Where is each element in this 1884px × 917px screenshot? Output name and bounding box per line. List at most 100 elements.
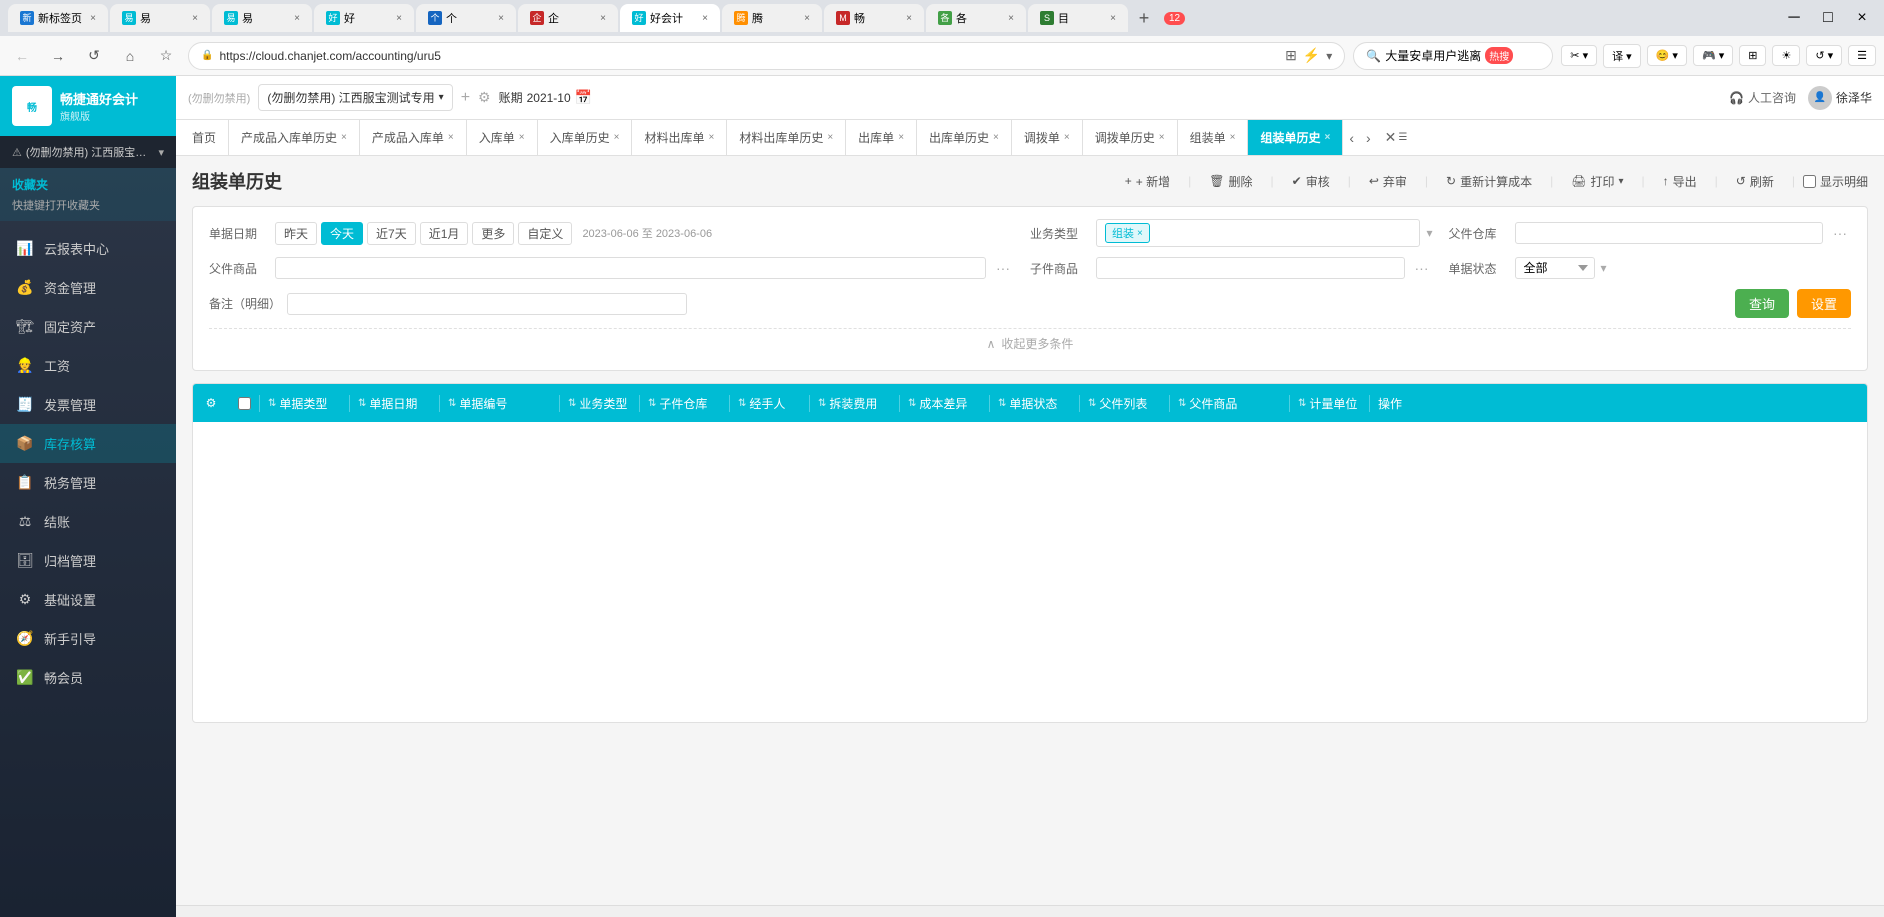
- date-btn-more[interactable]: 更多: [472, 222, 514, 245]
- add-company-button[interactable]: +: [461, 89, 470, 107]
- period-selector[interactable]: 账期 2021-10 📅: [499, 89, 593, 106]
- th-handler[interactable]: ⇅ 经手人: [729, 395, 809, 412]
- search-button[interactable]: 查询: [1735, 289, 1789, 318]
- show-detail-checkbox-label[interactable]: 显示明细: [1803, 173, 1868, 190]
- close-button[interactable]: ×: [1848, 4, 1876, 32]
- minimize-button[interactable]: ─: [1780, 4, 1808, 32]
- browser-tab-9[interactable]: M 畅 ×: [824, 4, 924, 32]
- tab-finished-goods-history-close[interactable]: ×: [341, 132, 347, 143]
- th-cost-diff[interactable]: ⇅ 成本差异: [899, 395, 989, 412]
- sidebar-item-payroll[interactable]: 👷 工资: [0, 346, 176, 385]
- dropdown-icon[interactable]: ▾: [1326, 49, 1332, 63]
- tab-prev-button[interactable]: ‹: [1343, 120, 1360, 155]
- show-detail-checkbox[interactable]: [1803, 175, 1816, 188]
- th-doc-status[interactable]: ⇅ 单据状态: [989, 395, 1079, 412]
- browser-tab-1[interactable]: 新 新标签页 ×: [8, 4, 108, 32]
- grid-button[interactable]: ⊞: [1739, 45, 1766, 66]
- sidebar-item-tax[interactable]: 📋 税务管理: [0, 463, 176, 502]
- browser-tab-8[interactable]: 腾 腾 ×: [722, 4, 822, 32]
- emoji-button[interactable]: 😊 ▾: [1647, 45, 1687, 66]
- sidebar-item-reports[interactable]: 📊 云报表中心: [0, 229, 176, 268]
- sidebar-item-invoice[interactable]: 🧾 发票管理: [0, 385, 176, 424]
- th-doc-date[interactable]: ⇅ 单据日期: [349, 395, 439, 412]
- back-button[interactable]: ←: [8, 42, 36, 70]
- th-parent-list[interactable]: ⇅ 父件列表: [1079, 395, 1169, 412]
- th-checkbox[interactable]: [229, 397, 259, 410]
- tab-finished-goods-history[interactable]: 产成品入库单历史 ×: [229, 120, 360, 155]
- business-type-dropdown-icon[interactable]: ▾: [1426, 226, 1432, 240]
- reload-button[interactable]: ↺: [80, 42, 108, 70]
- tab-material-out-close[interactable]: ×: [708, 132, 714, 143]
- business-type-tag-close[interactable]: ×: [1137, 228, 1143, 239]
- sidebar-item-settings[interactable]: ⚙ 基础设置: [0, 580, 176, 619]
- user-avatar[interactable]: 👤 徐泽华: [1808, 86, 1872, 110]
- sidebar-item-assets[interactable]: 🏗 固定资产: [0, 307, 176, 346]
- collapse-conditions-btn[interactable]: ∧ 收起更多条件: [209, 328, 1851, 358]
- tab-finished-goods[interactable]: 产成品入库单 ×: [360, 120, 467, 155]
- tab-material-out-history[interactable]: 材料出库单历史 ×: [727, 120, 846, 155]
- horizontal-scrollbar[interactable]: [176, 905, 1884, 917]
- company-settings-button[interactable]: ⚙: [478, 89, 491, 106]
- tab-assembly-close[interactable]: ×: [1230, 132, 1236, 143]
- date-btn-1month[interactable]: 近1月: [420, 222, 469, 245]
- date-btn-7days[interactable]: 近7天: [367, 222, 416, 245]
- date-btn-yesterday[interactable]: 昨天: [275, 222, 317, 245]
- menu-button[interactable]: ☰: [1848, 45, 1876, 66]
- export-button[interactable]: ↑ 导出: [1653, 169, 1707, 194]
- abandon-button[interactable]: ↩ 弃审: [1359, 169, 1417, 194]
- company-header-selector[interactable]: (勿删勿禁用) 江西服宝测试专用 ▾: [258, 84, 452, 111]
- search-bar[interactable]: 🔍 大量安卓用户逃离 热搜: [1353, 42, 1553, 70]
- browser-tab-7-active[interactable]: 好 好会计 ×: [620, 4, 720, 32]
- company-selector-sidebar[interactable]: ⚠ (勿删勿禁用) 江西服宝测试专用 ▾: [0, 136, 176, 168]
- history-button[interactable]: ↺ ▾: [1806, 45, 1842, 66]
- date-btn-today[interactable]: 今天: [321, 222, 363, 245]
- theme-button[interactable]: ☀: [1772, 45, 1800, 66]
- tab-outbound-close[interactable]: ×: [898, 132, 904, 143]
- th-child-warehouse[interactable]: ⇅ 子件仓库: [639, 395, 729, 412]
- browser-tab-5[interactable]: 个 个 ×: [416, 4, 516, 32]
- browser-tab-2[interactable]: 易 易 ×: [110, 4, 210, 32]
- sidebar-item-inventory[interactable]: 📦 库存核算: [0, 424, 176, 463]
- parent-warehouse-input[interactable]: [1515, 222, 1824, 244]
- new-tab-button[interactable]: +: [1130, 4, 1158, 32]
- tab-inbound-history-close[interactable]: ×: [614, 132, 620, 143]
- parent-product-input[interactable]: [275, 257, 986, 279]
- audit-button[interactable]: ✔ 审核: [1282, 169, 1340, 194]
- forward-button[interactable]: →: [44, 42, 72, 70]
- sidebar-item-membership[interactable]: ✅ 畅会员: [0, 658, 176, 697]
- date-btn-custom[interactable]: 自定义: [518, 222, 572, 245]
- th-business-type[interactable]: ⇅ 业务类型: [559, 395, 639, 412]
- select-all-checkbox[interactable]: [238, 397, 251, 410]
- tab-close-all-button[interactable]: ✕ ☰: [1377, 120, 1416, 155]
- sidebar-item-funds[interactable]: 💰 资金管理: [0, 268, 176, 307]
- tab-finished-goods-close[interactable]: ×: [448, 132, 454, 143]
- tab-transfer[interactable]: 调拨单 ×: [1012, 120, 1083, 155]
- tab-assembly[interactable]: 组装单 ×: [1178, 120, 1249, 155]
- tab-inbound-history[interactable]: 入库单历史 ×: [538, 120, 633, 155]
- tab-outbound-history-close[interactable]: ×: [993, 132, 999, 143]
- th-disassembly-fee[interactable]: ⇅ 拆装费用: [809, 395, 899, 412]
- tab-transfer-close[interactable]: ×: [1064, 132, 1070, 143]
- browser-tab-10[interactable]: 各 各 ×: [926, 4, 1026, 32]
- translate-button[interactable]: 译 ▾: [1603, 44, 1641, 68]
- th-doc-number[interactable]: ⇅ 单据编号: [439, 395, 559, 412]
- filter-settings-button[interactable]: 设置: [1797, 289, 1851, 318]
- game-button[interactable]: 🎮 ▾: [1693, 45, 1733, 66]
- business-type-input[interactable]: 组装 ×: [1096, 219, 1420, 247]
- tab-material-out[interactable]: 材料出库单 ×: [632, 120, 727, 155]
- lightning-icon[interactable]: ⚡: [1303, 47, 1320, 64]
- tab-assembly-history[interactable]: 组装单历史 ×: [1248, 120, 1343, 155]
- browser-tab-4[interactable]: 好 好 ×: [314, 4, 414, 32]
- th-settings[interactable]: ⚙: [193, 396, 229, 410]
- tab-outbound[interactable]: 出库单 ×: [846, 120, 917, 155]
- user-service-btn[interactable]: 🎧 人工咨询: [1729, 89, 1796, 106]
- sidebar-item-guide[interactable]: 🧭 新手引导: [0, 619, 176, 658]
- th-parent-product[interactable]: ⇅ 父件商品: [1169, 395, 1289, 412]
- tab-inbound[interactable]: 入库单 ×: [467, 120, 538, 155]
- parent-warehouse-ellipsis[interactable]: ···: [1829, 225, 1851, 241]
- qrcode-icon[interactable]: ⊞: [1285, 47, 1297, 64]
- new-button[interactable]: + + 新增: [1115, 169, 1180, 194]
- note-input[interactable]: [287, 293, 687, 315]
- tab-home[interactable]: 首页: [180, 120, 229, 155]
- address-bar[interactable]: 🔒 https://cloud.chanjet.com/accounting/u…: [188, 42, 1345, 70]
